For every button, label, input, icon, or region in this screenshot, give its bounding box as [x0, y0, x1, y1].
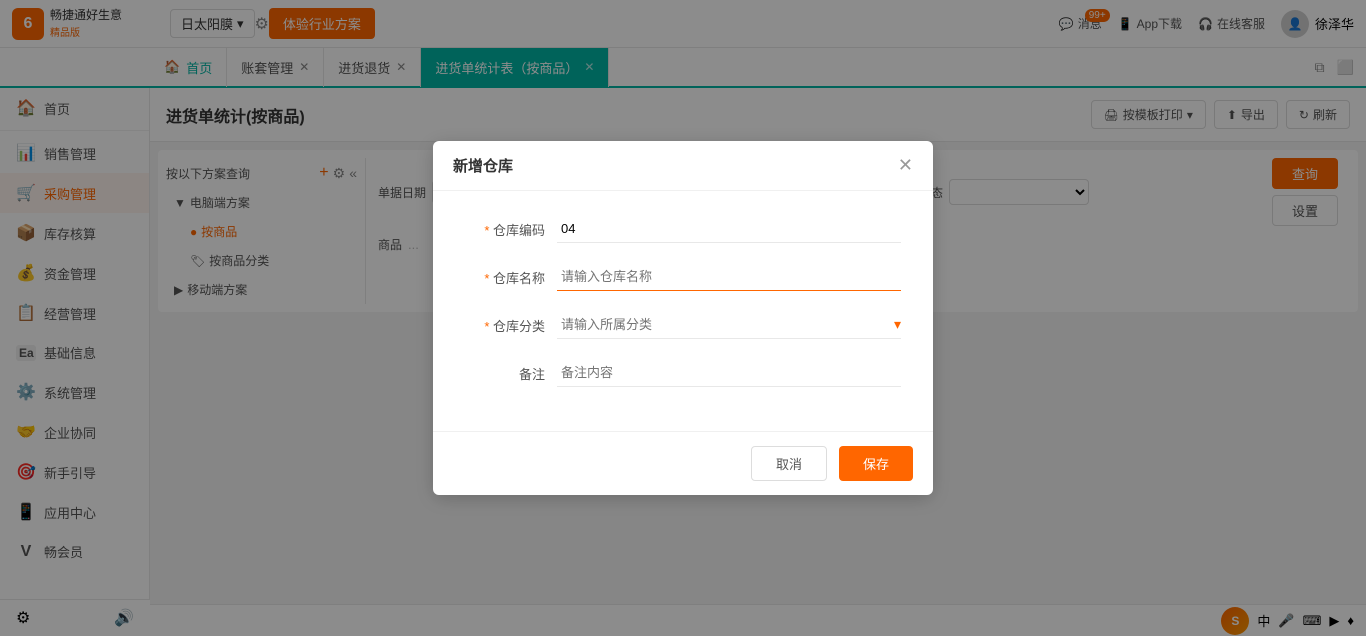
- category-input[interactable]: [557, 311, 894, 338]
- form-row-note: 备注: [465, 359, 901, 387]
- category-label: 仓库分类: [465, 316, 545, 335]
- note-input[interactable]: [557, 359, 901, 387]
- form-row-category: 仓库分类 ▾: [465, 311, 901, 339]
- modal-footer: 取消 保存: [433, 431, 933, 495]
- modal-close-button[interactable]: ✕: [898, 155, 913, 176]
- modal-body: 仓库编码 仓库名称 仓库分类 ▾ 备注: [433, 191, 933, 431]
- form-row-name: 仓库名称: [465, 263, 901, 291]
- name-label: 仓库名称: [465, 268, 545, 287]
- form-row-code: 仓库编码: [465, 215, 901, 243]
- category-dropdown-arrow: ▾: [894, 316, 901, 333]
- modal-header: 新增仓库 ✕: [433, 141, 933, 191]
- save-button[interactable]: 保存: [839, 446, 913, 481]
- name-input[interactable]: [557, 263, 901, 291]
- category-select-wrapper[interactable]: ▾: [557, 311, 901, 339]
- modal-overlay: 新增仓库 ✕ 仓库编码 仓库名称 仓库分类 ▾ 备注: [0, 0, 1366, 636]
- note-label: 备注: [465, 364, 545, 383]
- code-label: 仓库编码: [465, 220, 545, 239]
- modal-add-warehouse: 新增仓库 ✕ 仓库编码 仓库名称 仓库分类 ▾ 备注: [433, 141, 933, 495]
- cancel-button[interactable]: 取消: [751, 446, 827, 481]
- modal-title: 新增仓库: [453, 155, 513, 176]
- code-input[interactable]: [557, 215, 901, 243]
